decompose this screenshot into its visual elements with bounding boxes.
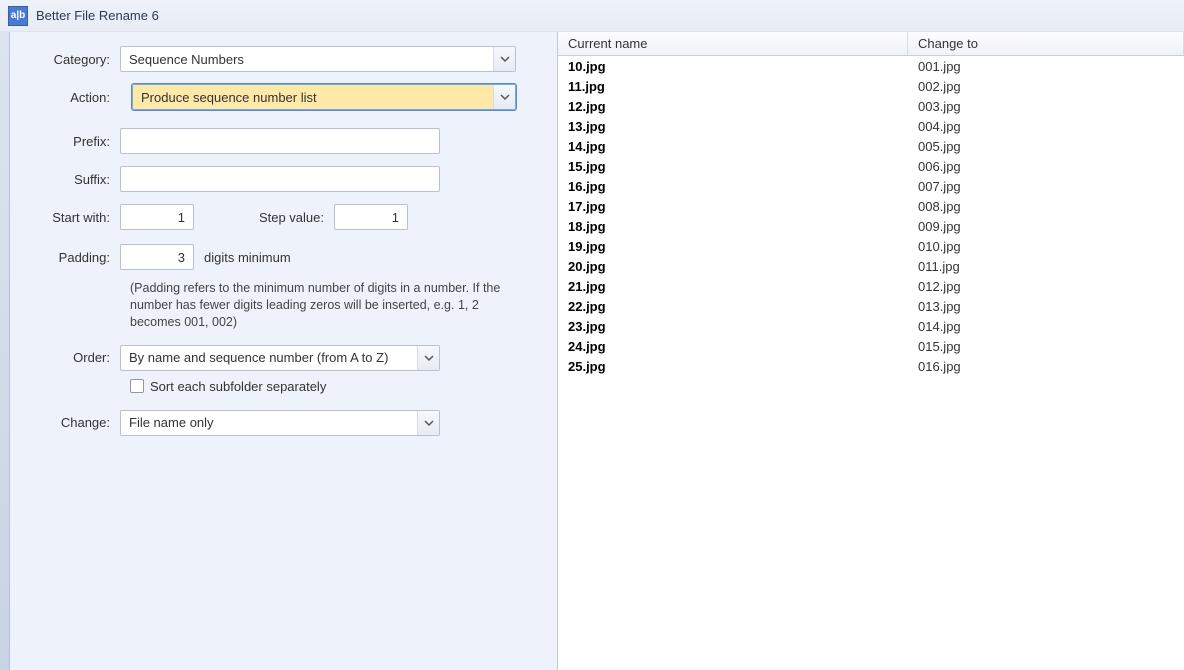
cell-change-to: 005.jpg <box>908 139 1184 154</box>
cell-change-to: 009.jpg <box>908 219 1184 234</box>
category-select[interactable]: Sequence Numbers <box>120 46 516 72</box>
chevron-down-icon <box>417 346 439 370</box>
suffix-input[interactable] <box>120 166 440 192</box>
change-label: Change: <box>30 415 120 430</box>
prefix-input[interactable] <box>120 128 440 154</box>
settings-pane: Category: Sequence Numbers Action: Produ… <box>10 32 558 670</box>
cell-current-name: 25.jpg <box>558 359 908 374</box>
chevron-down-icon <box>493 47 515 71</box>
table-row[interactable]: 20.jpg011.jpg <box>558 256 1184 276</box>
cell-current-name: 14.jpg <box>558 139 908 154</box>
table-row[interactable]: 16.jpg007.jpg <box>558 176 1184 196</box>
table-row[interactable]: 25.jpg016.jpg <box>558 356 1184 376</box>
table-row[interactable]: 10.jpg001.jpg <box>558 56 1184 76</box>
cell-change-to: 001.jpg <box>908 59 1184 74</box>
cell-change-to: 015.jpg <box>908 339 1184 354</box>
padding-input[interactable] <box>120 244 194 270</box>
table-row[interactable]: 13.jpg004.jpg <box>558 116 1184 136</box>
table-row[interactable]: 14.jpg005.jpg <box>558 136 1184 156</box>
table-row[interactable]: 18.jpg009.jpg <box>558 216 1184 236</box>
cell-current-name: 12.jpg <box>558 99 908 114</box>
cell-current-name: 13.jpg <box>558 119 908 134</box>
cell-change-to: 013.jpg <box>908 299 1184 314</box>
action-label: Action: <box>30 90 120 105</box>
cell-change-to: 003.jpg <box>908 99 1184 114</box>
padding-hint: (Padding refers to the minimum number of… <box>130 280 530 331</box>
cell-change-to: 016.jpg <box>908 359 1184 374</box>
table-row[interactable]: 21.jpg012.jpg <box>558 276 1184 296</box>
cell-current-name: 16.jpg <box>558 179 908 194</box>
cell-current-name: 18.jpg <box>558 219 908 234</box>
column-current-name[interactable]: Current name <box>558 32 908 55</box>
order-select-value: By name and sequence number (from A to Z… <box>129 350 388 365</box>
category-select-value: Sequence Numbers <box>129 52 244 67</box>
cell-current-name: 17.jpg <box>558 199 908 214</box>
cell-current-name: 11.jpg <box>558 79 908 94</box>
cell-change-to: 008.jpg <box>908 199 1184 214</box>
sort-subfolders-checkbox[interactable] <box>130 379 144 393</box>
cell-change-to: 012.jpg <box>908 279 1184 294</box>
sidebar-strip <box>0 32 10 670</box>
cell-current-name: 19.jpg <box>558 239 908 254</box>
category-label: Category: <box>30 52 120 67</box>
table-row[interactable]: 11.jpg002.jpg <box>558 76 1184 96</box>
preview-pane: Current name Change to 10.jpg001.jpg11.j… <box>558 32 1184 670</box>
start-with-input[interactable] <box>120 204 194 230</box>
order-label: Order: <box>30 350 120 365</box>
suffix-label: Suffix: <box>30 172 120 187</box>
cell-change-to: 004.jpg <box>908 119 1184 134</box>
table-header: Current name Change to <box>558 32 1184 56</box>
table-row[interactable]: 24.jpg015.jpg <box>558 336 1184 356</box>
cell-current-name: 23.jpg <box>558 319 908 334</box>
change-select-value: File name only <box>129 415 214 430</box>
cell-current-name: 20.jpg <box>558 259 908 274</box>
action-select[interactable]: Produce sequence number list <box>132 84 516 110</box>
cell-current-name: 21.jpg <box>558 279 908 294</box>
padding-label: Padding: <box>30 250 120 265</box>
action-select-value: Produce sequence number list <box>141 90 317 105</box>
cell-change-to: 006.jpg <box>908 159 1184 174</box>
table-row[interactable]: 19.jpg010.jpg <box>558 236 1184 256</box>
titlebar: a|b Better File Rename 6 <box>0 0 1184 32</box>
column-change-to[interactable]: Change to <box>908 32 1184 55</box>
change-select[interactable]: File name only <box>120 410 440 436</box>
cell-current-name: 24.jpg <box>558 339 908 354</box>
cell-change-to: 011.jpg <box>908 259 1184 274</box>
table-row[interactable]: 23.jpg014.jpg <box>558 316 1184 336</box>
table-row[interactable]: 12.jpg003.jpg <box>558 96 1184 116</box>
order-select[interactable]: By name and sequence number (from A to Z… <box>120 345 440 371</box>
cell-current-name: 10.jpg <box>558 59 908 74</box>
table-body: 10.jpg001.jpg11.jpg002.jpg12.jpg003.jpg1… <box>558 56 1184 670</box>
table-row[interactable]: 17.jpg008.jpg <box>558 196 1184 216</box>
prefix-label: Prefix: <box>30 134 120 149</box>
digits-minimum-label: digits minimum <box>204 250 291 265</box>
table-row[interactable]: 22.jpg013.jpg <box>558 296 1184 316</box>
table-row[interactable]: 15.jpg006.jpg <box>558 156 1184 176</box>
cell-change-to: 002.jpg <box>908 79 1184 94</box>
cell-current-name: 15.jpg <box>558 159 908 174</box>
step-value-label: Step value: <box>194 210 334 225</box>
chevron-down-icon <box>417 411 439 435</box>
cell-change-to: 014.jpg <box>908 319 1184 334</box>
sort-subfolders-label: Sort each subfolder separately <box>150 379 326 394</box>
step-value-input[interactable] <box>334 204 408 230</box>
cell-change-to: 010.jpg <box>908 239 1184 254</box>
window-title: Better File Rename 6 <box>36 8 159 23</box>
app-icon: a|b <box>8 6 28 26</box>
chevron-down-icon <box>493 85 515 109</box>
main: Category: Sequence Numbers Action: Produ… <box>0 32 1184 670</box>
cell-change-to: 007.jpg <box>908 179 1184 194</box>
start-with-label: Start with: <box>30 210 120 225</box>
cell-current-name: 22.jpg <box>558 299 908 314</box>
